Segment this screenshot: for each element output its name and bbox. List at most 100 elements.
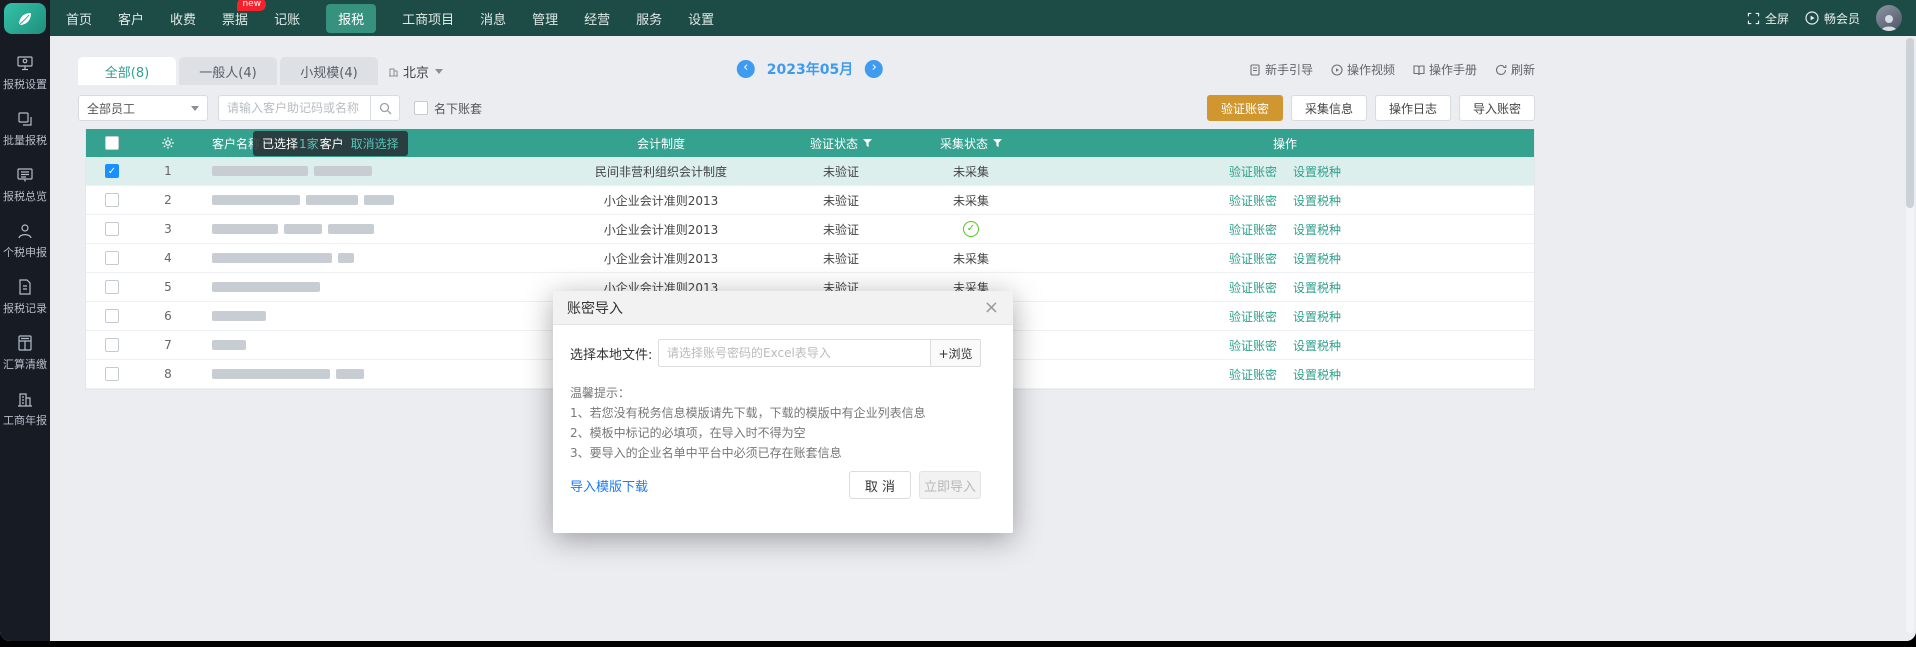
nav-item-customers[interactable]: 客户 xyxy=(118,9,144,28)
verify-password-link[interactable]: 验证账密 xyxy=(1229,366,1277,383)
filter-funnel-icon[interactable] xyxy=(863,138,872,148)
table-row[interactable]: 1 民间非营利组织会计制度 未验证 未采集 验证账密设置税种 xyxy=(86,157,1534,186)
row-checkbox[interactable] xyxy=(105,338,119,352)
set-tax-types-link[interactable]: 设置税种 xyxy=(1293,366,1341,383)
column-settings-button[interactable] xyxy=(138,136,198,150)
cancel-button[interactable]: 取 消 xyxy=(849,471,911,499)
tutorial-video-link[interactable]: 操作视频 xyxy=(1331,61,1395,78)
set-tax-types-link[interactable]: 设置税种 xyxy=(1293,163,1341,180)
row-checkbox[interactable] xyxy=(105,164,119,178)
verify-password-link[interactable]: 验证账密 xyxy=(1229,192,1277,209)
table-row[interactable]: 3 小企业会计准则2013 未验证 ✓ 验证账密 设置税种 xyxy=(86,215,1534,244)
sidebar-item-label: 批量报税 xyxy=(3,134,47,147)
nav-item-business-projects[interactable]: 工商项目 xyxy=(402,9,454,28)
my-accounts-filter: 名下账套 xyxy=(414,100,482,117)
client-name-redacted xyxy=(198,340,546,350)
sidebar-item-filing-overview[interactable]: 报税总览 xyxy=(0,166,50,204)
select-all-checkbox[interactable] xyxy=(105,136,119,150)
browse-button[interactable]: +浏览 xyxy=(931,339,981,367)
operation-log-button[interactable]: 操作日志 xyxy=(1374,95,1451,121)
row-checkbox[interactable] xyxy=(105,193,119,207)
search-input[interactable] xyxy=(218,95,370,121)
client-name-redacted xyxy=(198,311,546,321)
sidebar-item-batch-filing[interactable]: 批量报税 xyxy=(0,110,50,148)
verify-password-link[interactable]: 验证账密 xyxy=(1229,221,1277,238)
import-now-button[interactable]: 立即导入 xyxy=(919,471,981,499)
collect-info-button[interactable]: 采集信息 xyxy=(1290,95,1367,121)
nav-item-operations[interactable]: 经营 xyxy=(584,9,610,28)
tab-general-taxpayer[interactable]: 一般人(4) xyxy=(179,57,277,85)
verify-password-link[interactable]: 验证账密 xyxy=(1229,279,1277,296)
file-select-row: 选择本地文件: +浏览 xyxy=(570,339,981,367)
verify-status: 未验证 xyxy=(822,193,859,208)
nav-item-management[interactable]: 管理 xyxy=(532,9,558,28)
row-checkbox[interactable] xyxy=(105,251,119,265)
footer-buttons: 取 消 立即导入 xyxy=(849,471,981,499)
user-manual-link[interactable]: 操作手册 xyxy=(1413,61,1477,78)
sidebar-item-annual-settlement[interactable]: 汇算清缴 xyxy=(0,334,50,372)
verify-password-button[interactable]: 验证账密 xyxy=(1206,95,1283,121)
verify-password-link[interactable]: 验证账密 xyxy=(1229,250,1277,267)
tab-all[interactable]: 全部(8) xyxy=(78,57,176,85)
set-tax-types-link[interactable]: 设置税种 xyxy=(1293,192,1341,209)
tip-line: 2、模板中标记的必填项，在导入时不得为空 xyxy=(570,426,806,440)
verify-password-link[interactable]: 验证账密 xyxy=(1229,163,1277,180)
redacted-text-block xyxy=(212,195,300,205)
verify-password-link[interactable]: 验证账密 xyxy=(1229,337,1277,354)
search-button[interactable] xyxy=(370,95,400,121)
scope-tabs: 全部(8) 一般人(4) 小规模(4) xyxy=(78,57,378,85)
beginner-guide-link[interactable]: 新手引导 xyxy=(1249,61,1313,78)
nav-item-settings[interactable]: 设置 xyxy=(688,9,714,28)
sidebar-item-annual-business-report[interactable]: 工商年报 xyxy=(0,390,50,428)
set-tax-types-link[interactable]: 设置税种 xyxy=(1293,337,1341,354)
member-button[interactable]: 畅会员 xyxy=(1805,10,1860,27)
member-play-icon xyxy=(1805,11,1819,25)
row-checkbox[interactable] xyxy=(105,367,119,381)
scrollbar-thumb[interactable] xyxy=(1906,38,1914,208)
nav-item-messages[interactable]: 消息 xyxy=(480,9,506,28)
cancel-selection-link[interactable]: 取消选择 xyxy=(351,135,399,152)
user-avatar[interactable] xyxy=(1876,5,1902,31)
refresh-button[interactable]: 刷新 xyxy=(1495,61,1535,78)
nav-item-services[interactable]: 服务 xyxy=(636,9,662,28)
set-tax-types-link[interactable]: 设置税种 xyxy=(1293,250,1341,267)
set-tax-types-link[interactable]: 设置税种 xyxy=(1293,308,1341,325)
filter-funnel-icon[interactable] xyxy=(993,138,1002,148)
table-row[interactable]: 4 小企业会计准则2013 未验证 未采集 验证账密 设置税种 xyxy=(86,244,1534,273)
header-collect-status[interactable]: 采集状态 xyxy=(906,135,1036,152)
nav-item-bookkeeping[interactable]: 记账 xyxy=(274,9,300,28)
sidebar-item-personal-tax[interactable]: 个税申报 xyxy=(0,222,50,260)
app-logo[interactable] xyxy=(4,3,46,34)
file-path-input[interactable] xyxy=(658,339,931,367)
row-number: 2 xyxy=(164,193,172,207)
building-icon xyxy=(18,393,32,407)
set-tax-types-link[interactable]: 设置税种 xyxy=(1293,279,1341,296)
sidebar-item-tax-settings[interactable]: 报税设置 xyxy=(0,54,50,92)
import-password-button[interactable]: 导入账密 xyxy=(1458,95,1535,121)
sidebar-item-filing-records[interactable]: 报税记录 xyxy=(0,278,50,316)
close-icon[interactable]: × xyxy=(984,298,999,317)
next-month-button[interactable]: › xyxy=(865,60,884,78)
header-verify-status[interactable]: 验证状态 xyxy=(776,135,906,152)
row-checkbox[interactable] xyxy=(105,222,119,236)
region-selector[interactable]: 北京 xyxy=(388,57,444,85)
collect-status: 未采集 xyxy=(952,251,989,266)
my-accounts-checkbox[interactable] xyxy=(414,101,428,115)
redacted-text-block xyxy=(314,166,372,176)
verify-password-link[interactable]: 验证账密 xyxy=(1229,308,1277,325)
row-checkbox[interactable] xyxy=(105,309,119,323)
redacted-text-block xyxy=(306,195,358,205)
nav-item-invoices[interactable]: 票据 new xyxy=(222,0,267,28)
row-checkbox[interactable] xyxy=(105,280,119,294)
verify-status: 未验证 xyxy=(822,251,859,266)
fullscreen-button[interactable]: 全屏 xyxy=(1747,10,1789,27)
nav-item-home[interactable]: 首页 xyxy=(66,9,92,28)
set-tax-types-link[interactable]: 设置税种 xyxy=(1293,221,1341,238)
tab-small-scale[interactable]: 小规模(4) xyxy=(280,57,378,85)
template-download-link[interactable]: 导入模版下载 xyxy=(570,476,648,495)
nav-item-fees[interactable]: 收费 xyxy=(170,9,196,28)
nav-item-tax-filing[interactable]: 报税 xyxy=(326,3,377,33)
prev-month-button[interactable]: ‹ xyxy=(736,60,755,78)
table-row[interactable]: 2 小企业会计准则2013 未验证 未采集 验证账密 设置税种 xyxy=(86,186,1534,215)
employee-filter-select[interactable]: 全部员工 xyxy=(78,95,208,121)
